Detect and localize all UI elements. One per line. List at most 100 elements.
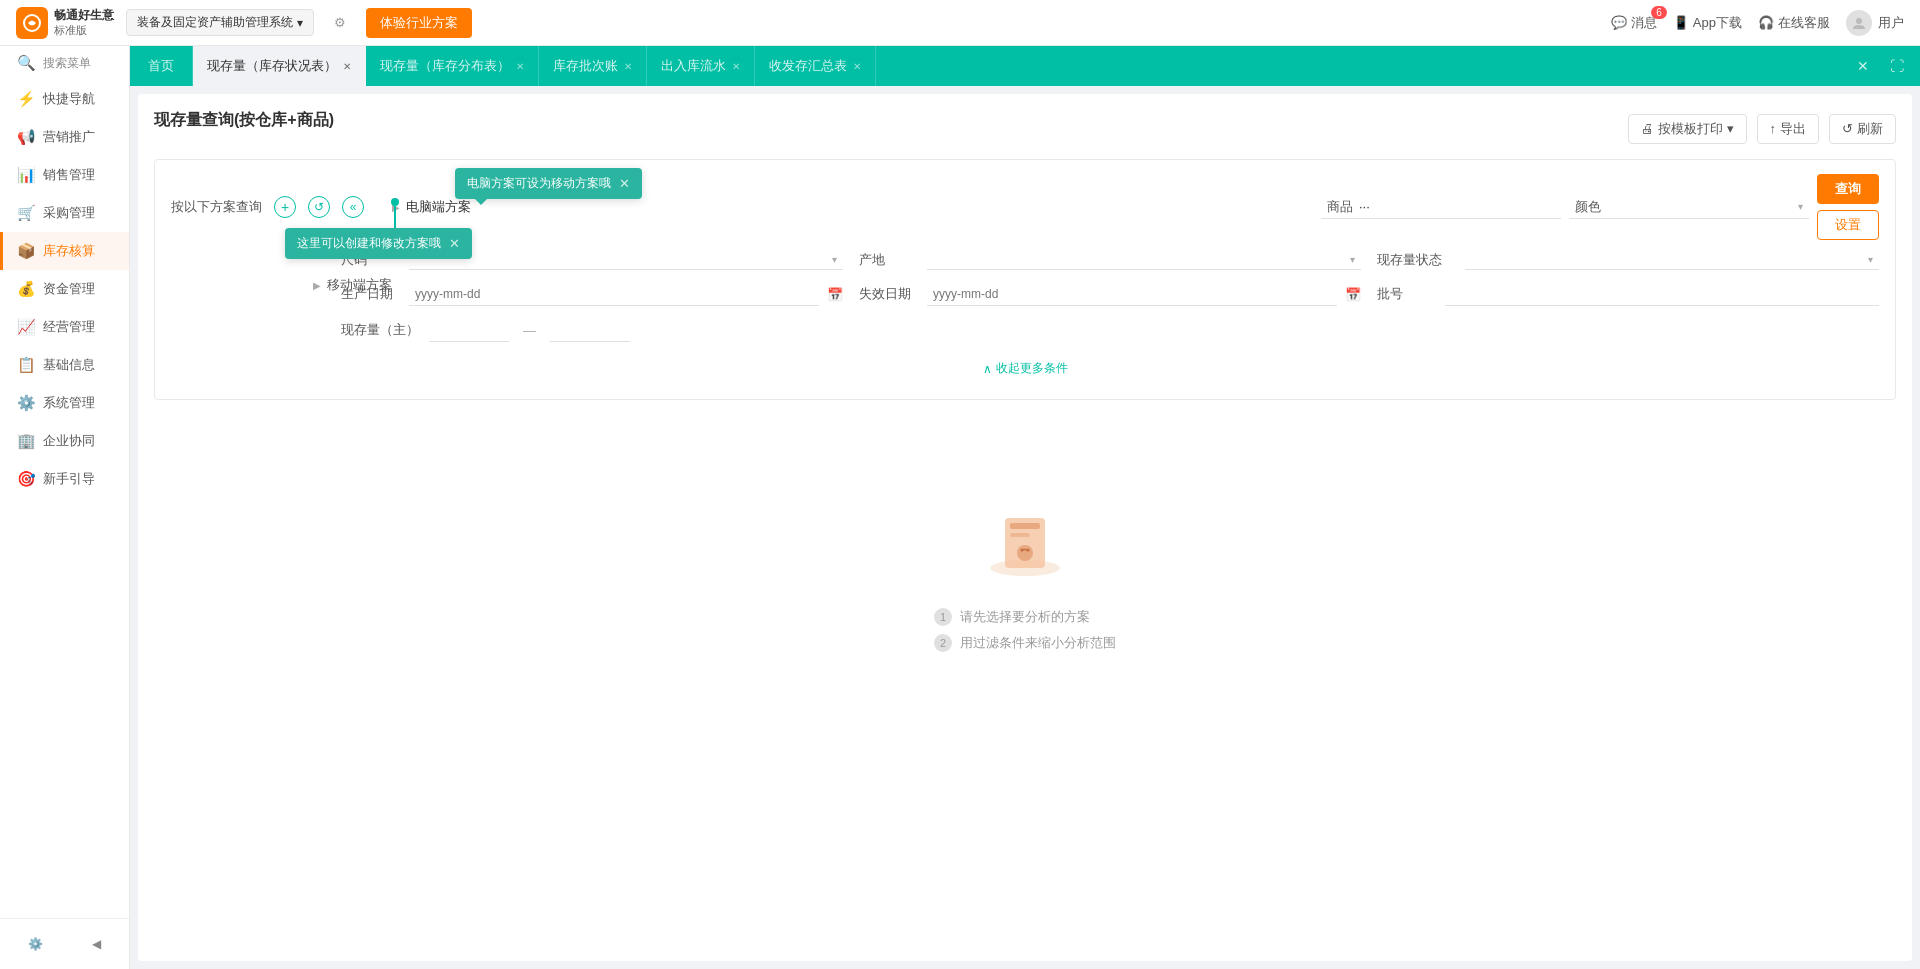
filter-field-batch: 批号 [1377,282,1879,306]
lightning-icon: ⚡ [17,90,35,108]
system-select[interactable]: 装备及固定资产辅助管理系统 ▾ [126,9,314,36]
headset-icon: 🎧 [1758,15,1774,30]
query-button[interactable]: 查询 [1817,174,1879,204]
stock-status-select[interactable]: ▾ [1465,250,1879,270]
tab-stock-status[interactable]: 现存量（库存状况表） ✕ [193,46,366,86]
tab-recv-send[interactable]: 收发存汇总表 ✕ [755,46,876,86]
print-button[interactable]: 🖨 按模板打印 ▾ [1628,114,1747,144]
sidebar-item-operations[interactable]: 📈 经营管理 [0,308,129,346]
tooltip-1-text: 电脑方案可设为移动方案哦 [467,175,611,192]
stock-main-from-input[interactable] [429,318,509,342]
settings-icon[interactable]: ⚙ [326,9,354,37]
marketing-icon: 📢 [17,128,35,146]
batch-input[interactable] [1445,282,1879,306]
sidebar-sales-label: 销售管理 [43,166,95,184]
industry-button[interactable]: 体验行业方案 [366,8,472,38]
color-select-arrow: ▾ [1798,201,1803,212]
tab-close-all-button[interactable]: ✕ [1850,53,1876,79]
top-bar-right: 💬 消息 6 📱 App下载 🎧 在线客服 用户 [1611,10,1904,36]
origin-select[interactable]: ▾ [927,250,1361,270]
page-header: 现存量查询(按仓库+商品) 🖨 按模板打印 ▾ ↑ 导出 ↺ [154,110,1896,147]
tab-recv-send-close[interactable]: ✕ [853,61,861,72]
tab-stock-status-close[interactable]: ✕ [343,61,351,72]
tab-inout-flow[interactable]: 出入库流水 ✕ [647,46,755,86]
tab-inout-flow-close[interactable]: ✕ [732,61,740,72]
filter-settings-button[interactable]: 设置 [1817,210,1879,240]
stock-main-to-input[interactable] [550,318,630,342]
app-download-button[interactable]: 📱 App下载 [1673,14,1742,32]
filter-back-button[interactable]: « [342,196,364,218]
expand-arrow-mobile-icon: ▶ [313,280,321,291]
tab-home[interactable]: 首页 [130,46,193,86]
export-icon: ↑ [1770,121,1777,136]
scheme-mobile-label: 移动端方案 [327,276,392,294]
svg-point-6 [1017,545,1033,561]
collapse-button[interactable]: ∧ 收起更多条件 [171,352,1879,385]
tooltip-2-text: 这里可以创建和修改方案哦 [297,235,441,252]
sidebar-item-finance[interactable]: 💰 资金管理 [0,270,129,308]
svg-rect-4 [1010,523,1040,529]
filter-field-produce-date: 生产日期 📅 [341,282,843,306]
phone-icon: 📱 [1673,15,1689,30]
expire-date-label: 失效日期 [859,285,919,303]
tab-stock-dist[interactable]: 现存量（库存分布表） ✕ [366,46,539,86]
produce-date-input[interactable] [409,283,819,306]
expire-date-input[interactable] [927,283,1337,306]
sidebar-item-quick-nav[interactable]: ⚡ 快捷导航 [0,80,129,118]
message-button[interactable]: 💬 消息 6 [1611,14,1657,32]
filter-label: 按以下方案查询 [171,198,262,216]
message-badge: 6 [1651,6,1667,19]
sidebar-collapse-button[interactable]: ◀ [78,927,115,961]
tooltip-1-close[interactable]: ✕ [619,176,630,191]
stock-icon: 📦 [17,242,35,260]
refresh-label: 刷新 [1857,120,1883,138]
online-service-button[interactable]: 🎧 在线客服 [1758,14,1830,32]
sidebar-item-guide[interactable]: 🎯 新手引导 [0,460,129,498]
calendar-icon-1[interactable]: 📅 [827,287,843,302]
tooltip-2-close[interactable]: ✕ [449,236,460,251]
tab-stock-batch-label: 库存批次账 [553,57,618,75]
tab-stock-batch-close[interactable]: ✕ [624,61,632,72]
stock-main-label: 现存量（主） [341,321,421,339]
origin-select-arrow: ▾ [1350,254,1355,265]
export-button[interactable]: ↑ 导出 [1757,114,1820,144]
sidebar-item-search-menu[interactable]: 🔍 搜索菜单 [0,46,129,80]
origin-label: 产地 [859,251,919,269]
sidebar-search-label: 搜索菜单 [43,55,91,72]
sidebar-settings-button[interactable]: ⚙️ [14,927,57,961]
sidebar-item-basic-info[interactable]: 📋 基础信息 [0,346,129,384]
refresh-icon: ↺ [1842,121,1853,136]
app-download-label: App下载 [1693,14,1742,32]
sidebar-item-enterprise[interactable]: 🏢 企业协同 [0,422,129,460]
top-bar-left: 畅通好生意 标准版 装备及固定资产辅助管理系统 ▾ ⚙ 体验行业方案 [16,7,472,39]
sidebar-item-sales[interactable]: 📊 销售管理 [0,156,129,194]
refresh-button[interactable]: ↺ 刷新 [1829,114,1896,144]
calendar-icon-2[interactable]: 📅 [1345,287,1361,302]
guide-icon: 🎯 [17,470,35,488]
filter-add-button[interactable]: + [274,196,296,218]
filter-refresh-button[interactable]: ↺ [308,196,330,218]
sidebar-bottom: ⚙️ ◀ [0,918,129,969]
sidebar-item-system[interactable]: ⚙️ 系统管理 [0,384,129,422]
print-label: 按模板打印 [1658,120,1723,138]
sidebar-item-purchase[interactable]: 🛒 采购管理 [0,194,129,232]
logo-icon [16,7,48,39]
size-select[interactable]: ▾ [409,250,843,270]
sidebar: 🔍 搜索菜单 ⚡ 快捷导航 📢 营销推广 📊 销售管理 🛒 采购管理 📦 [0,46,130,969]
user-area[interactable]: 用户 [1846,10,1904,36]
sidebar-item-stock[interactable]: 📦 库存核算 [0,232,129,270]
sidebar-quick-nav-label: 快捷导航 [43,90,95,108]
color-field-label: 颜色 [1575,198,1601,216]
tab-stock-batch[interactable]: 库存批次账 ✕ [539,46,647,86]
tab-expand-button[interactable]: ⛶ [1884,53,1910,79]
sidebar-operations-label: 经营管理 [43,318,95,336]
empty-hint-2: 2 用过滤条件来缩小分析范围 [934,634,1116,652]
sales-icon: 📊 [17,166,35,184]
sidebar-item-marketing[interactable]: 📢 营销推广 [0,118,129,156]
empty-icon [975,488,1075,588]
batch-label: 批号 [1377,285,1437,303]
purchase-icon: 🛒 [17,204,35,222]
scheme-mobile-item[interactable]: ▶ 移动端方案 [305,272,400,298]
tab-stock-dist-close[interactable]: ✕ [516,61,524,72]
system-select-arrow: ▾ [297,16,303,30]
